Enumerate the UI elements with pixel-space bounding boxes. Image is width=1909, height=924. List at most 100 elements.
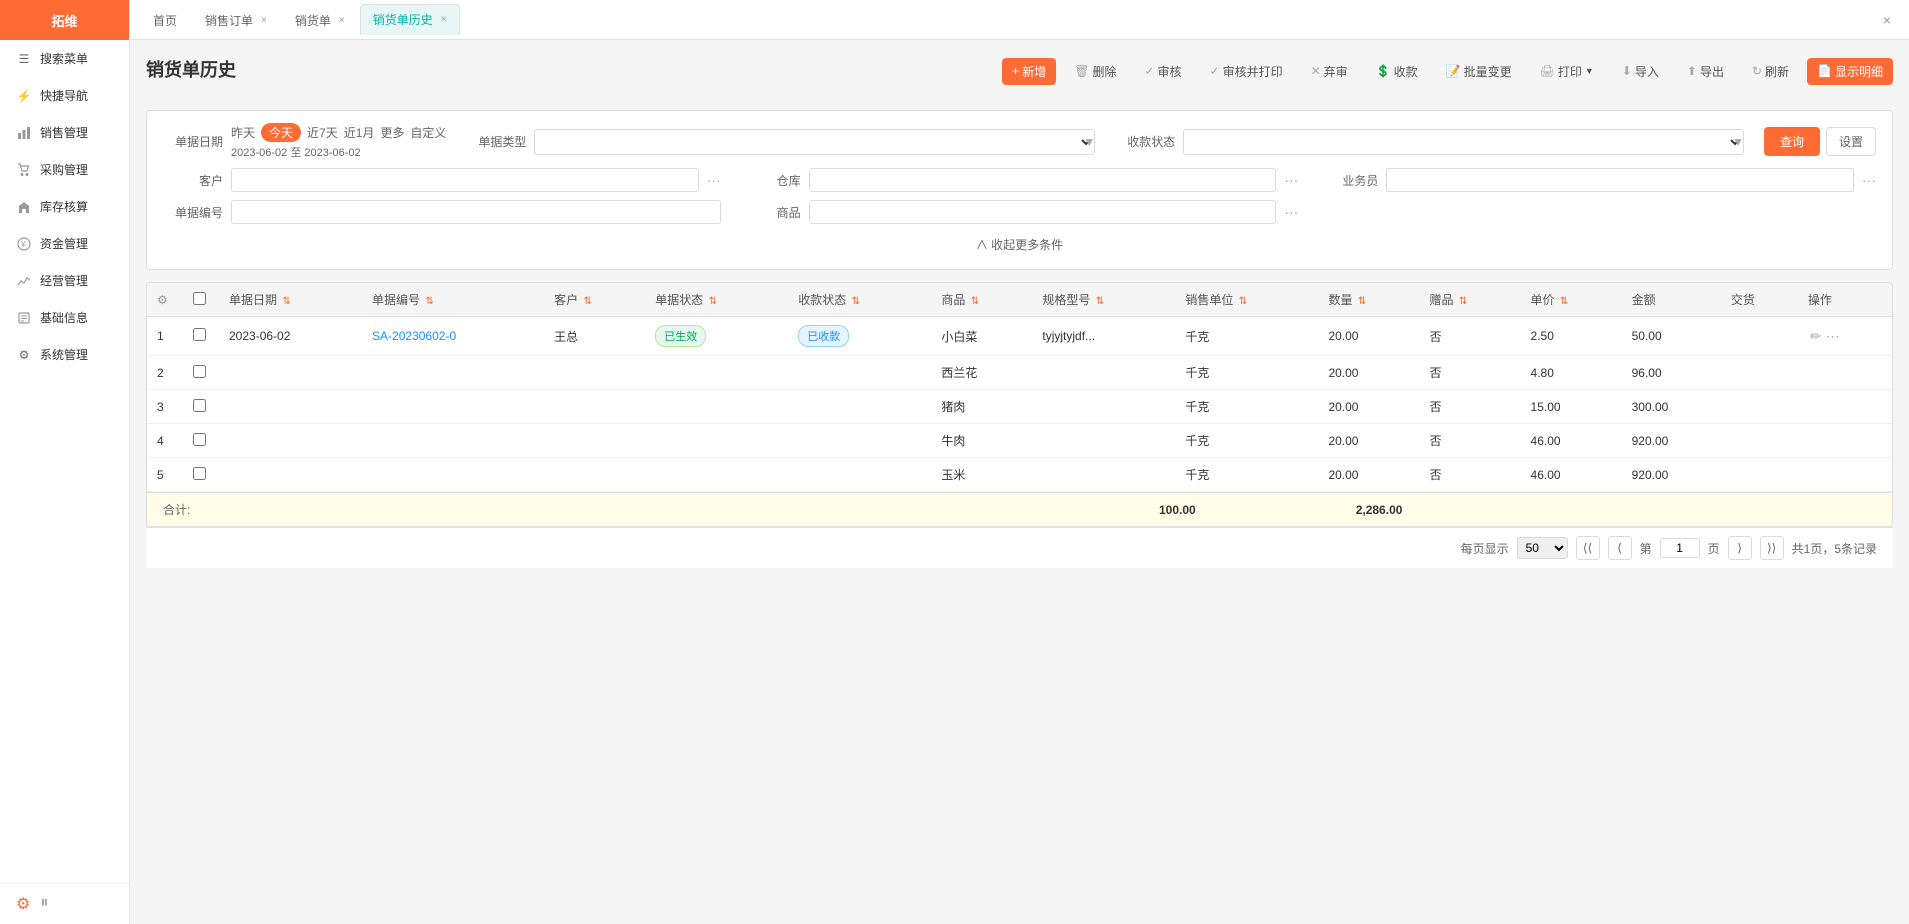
sidebar-item-finance[interactable]: ¥ 资金管理 xyxy=(0,225,129,262)
action-more-0[interactable]: ⋯ xyxy=(1826,328,1840,344)
warehouse-more-icon[interactable]: ··· xyxy=(1284,172,1298,188)
customer-input[interactable] xyxy=(231,168,699,192)
collapse-button[interactable]: ∧ 收起更多条件 xyxy=(163,232,1876,257)
col-doc-status[interactable]: 单据状态 ⇅ xyxy=(645,283,788,317)
print-dropdown-icon: ▼ xyxy=(1585,66,1594,76)
doc-type-dropdown-icon: ▼ xyxy=(1083,135,1095,149)
sidebar-item-search-menu[interactable]: ☰ 搜索菜单 xyxy=(0,40,129,77)
sales-mgmt-icon xyxy=(16,125,32,141)
shortcut-custom[interactable]: 自定义 xyxy=(410,124,446,141)
per-page-select[interactable]: 50 100 xyxy=(1517,537,1568,559)
last-page-button[interactable]: ⟩⟩ xyxy=(1760,536,1784,560)
sidebar-item-sales-mgmt[interactable]: 销售管理 xyxy=(0,114,129,151)
first-page-button[interactable]: ⟨⟨ xyxy=(1576,536,1600,560)
customer-more-icon[interactable]: ··· xyxy=(707,172,721,188)
sidebar-item-label: 基础信息 xyxy=(40,309,88,326)
tab-home[interactable]: 首页 xyxy=(140,5,190,35)
action-edit-0[interactable]: ✏ xyxy=(1810,328,1822,344)
sidebar-item-inventory[interactable]: 库存核算 xyxy=(0,188,129,225)
cell-gift-1: 否 xyxy=(1420,356,1521,390)
tab-sales-delivery[interactable]: 销货单 × xyxy=(282,5,358,35)
filter-salesperson: 业务员 ··· xyxy=(1318,168,1876,192)
tab-sales-history-close[interactable]: × xyxy=(441,14,447,25)
page-number-input[interactable] xyxy=(1660,538,1700,558)
salesperson-input[interactable] xyxy=(1386,168,1854,192)
shortcut-1month[interactable]: 近1月 xyxy=(344,124,375,141)
doc-no-input[interactable] xyxy=(231,200,721,224)
shortcut-more[interactable]: 更多 xyxy=(380,124,404,141)
abandon-button[interactable]: ✕ 弃审 xyxy=(1301,58,1358,85)
col-goods[interactable]: 商品 ⇅ xyxy=(931,283,1032,317)
col-qty[interactable]: 数量 ⇅ xyxy=(1318,283,1419,317)
sidebar-item-quick-nav[interactable]: ⚡ 快捷导航 xyxy=(0,77,129,114)
cell-checkbox-4[interactable] xyxy=(183,458,219,492)
tab-sales-order-close[interactable]: × xyxy=(261,15,267,26)
filter-payment-status: 收款状态 ▼ xyxy=(1115,129,1744,155)
cell-doc-no-0[interactable]: SA-20230602-0 xyxy=(362,317,544,356)
show-detail-button[interactable]: 📄 显示明细 xyxy=(1807,58,1893,85)
sidebar-item-purchase-mgmt[interactable]: 采购管理 xyxy=(0,151,129,188)
sidebar-settings-icon[interactable]: ⚙ xyxy=(16,894,30,914)
cell-doc-status-3 xyxy=(645,424,788,458)
payment-status-select[interactable] xyxy=(1183,129,1744,155)
goods-input[interactable] xyxy=(809,200,1277,224)
collect-button[interactable]: 💲 收款 xyxy=(1366,58,1428,85)
cell-unit-price-0: 2.50 xyxy=(1521,317,1622,356)
shortcut-7days[interactable]: 近7天 xyxy=(307,124,338,141)
delete-button[interactable]: 🗑 删除 xyxy=(1064,58,1126,85)
warehouse-input[interactable] xyxy=(809,168,1277,192)
cell-checkbox-0[interactable] xyxy=(183,317,219,356)
cell-doc-no-1[interactable] xyxy=(362,356,544,390)
cell-checkbox-3[interactable] xyxy=(183,424,219,458)
filter-warehouse-label: 仓库 xyxy=(741,172,801,189)
shortcut-yesterday[interactable]: 昨天 xyxy=(231,124,255,141)
col-unit[interactable]: 销售单位 ⇅ xyxy=(1175,283,1318,317)
print-button[interactable]: 🖨 打印 ▼ xyxy=(1530,58,1604,85)
col-unit-price[interactable]: 单价 ⇅ xyxy=(1521,283,1622,317)
query-button[interactable]: 查询 xyxy=(1764,127,1820,156)
tab-sales-history[interactable]: 销货单历史 × xyxy=(360,4,460,35)
cell-checkbox-2[interactable] xyxy=(183,390,219,424)
import-button[interactable]: ⬇ 导入 xyxy=(1612,58,1669,85)
prev-page-button[interactable]: ⟨ xyxy=(1608,536,1632,560)
refresh-button[interactable]: ↻ 刷新 xyxy=(1742,58,1799,85)
cell-checkbox-1[interactable] xyxy=(183,356,219,390)
sidebar-item-label: 系统管理 xyxy=(40,346,88,363)
col-payment-status[interactable]: 收款状态 ⇅ xyxy=(788,283,931,317)
table-settings-icon[interactable]: ⚙ xyxy=(157,293,168,307)
sidebar-item-operations[interactable]: 经营管理 xyxy=(0,262,129,299)
cell-doc-no-3[interactable] xyxy=(362,424,544,458)
sidebar-collapse-icon[interactable]: ⏸ xyxy=(40,894,48,914)
salesperson-more-icon[interactable]: ··· xyxy=(1862,172,1876,188)
cell-goods-1: 西兰花 xyxy=(931,356,1032,390)
col-doc-date[interactable]: 单据日期 ⇅ xyxy=(219,283,362,317)
date-shortcuts: 昨天 今天 近7天 近1月 更多 自定义 xyxy=(231,123,446,142)
batch-change-button[interactable]: 📝 批量变更 xyxy=(1436,58,1522,85)
shortcut-today[interactable]: 今天 xyxy=(261,123,301,142)
select-all-checkbox[interactable] xyxy=(193,292,206,305)
audit-print-button[interactable]: ✓ 审核并打印 xyxy=(1200,58,1293,85)
sidebar-item-system-mgmt[interactable]: ⚙ 系统管理 xyxy=(0,336,129,373)
sidebar-item-basic-info[interactable]: 基础信息 xyxy=(0,299,129,336)
audit-button[interactable]: ✓ 审核 xyxy=(1134,58,1191,85)
tab-sales-delivery-close[interactable]: × xyxy=(339,15,345,26)
col-doc-no[interactable]: 单据编号 ⇅ xyxy=(362,283,544,317)
col-gift[interactable]: 赠品 ⇅ xyxy=(1420,283,1521,317)
col-spec[interactable]: 规格型号 ⇅ xyxy=(1032,283,1175,317)
doc-type-select[interactable] xyxy=(534,129,1095,155)
cell-customer-0: 王总 xyxy=(544,317,645,356)
cell-doc-no-4[interactable] xyxy=(362,458,544,492)
settings-filter-button[interactable]: 设置 xyxy=(1826,127,1876,156)
col-customer[interactable]: 客户 ⇅ xyxy=(544,283,645,317)
cell-doc-no-2[interactable] xyxy=(362,390,544,424)
show-detail-label: 显示明细 xyxy=(1835,63,1883,80)
col-settings[interactable]: ⚙ xyxy=(147,283,183,317)
filter-date: 单据日期 昨天 今天 近7天 近1月 更多 自定义 2023-06-02 xyxy=(163,123,446,160)
tab-bar-close[interactable]: × xyxy=(1875,12,1899,28)
export-button[interactable]: ⬆ 导出 xyxy=(1677,58,1734,85)
goods-more-icon[interactable]: ··· xyxy=(1284,204,1298,220)
sidebar-item-label: 搜索菜单 xyxy=(40,50,88,67)
next-page-button[interactable]: ⟩ xyxy=(1728,536,1752,560)
tab-sales-order[interactable]: 销售订单 × xyxy=(192,5,280,35)
new-button[interactable]: + 新增 xyxy=(1002,58,1056,85)
